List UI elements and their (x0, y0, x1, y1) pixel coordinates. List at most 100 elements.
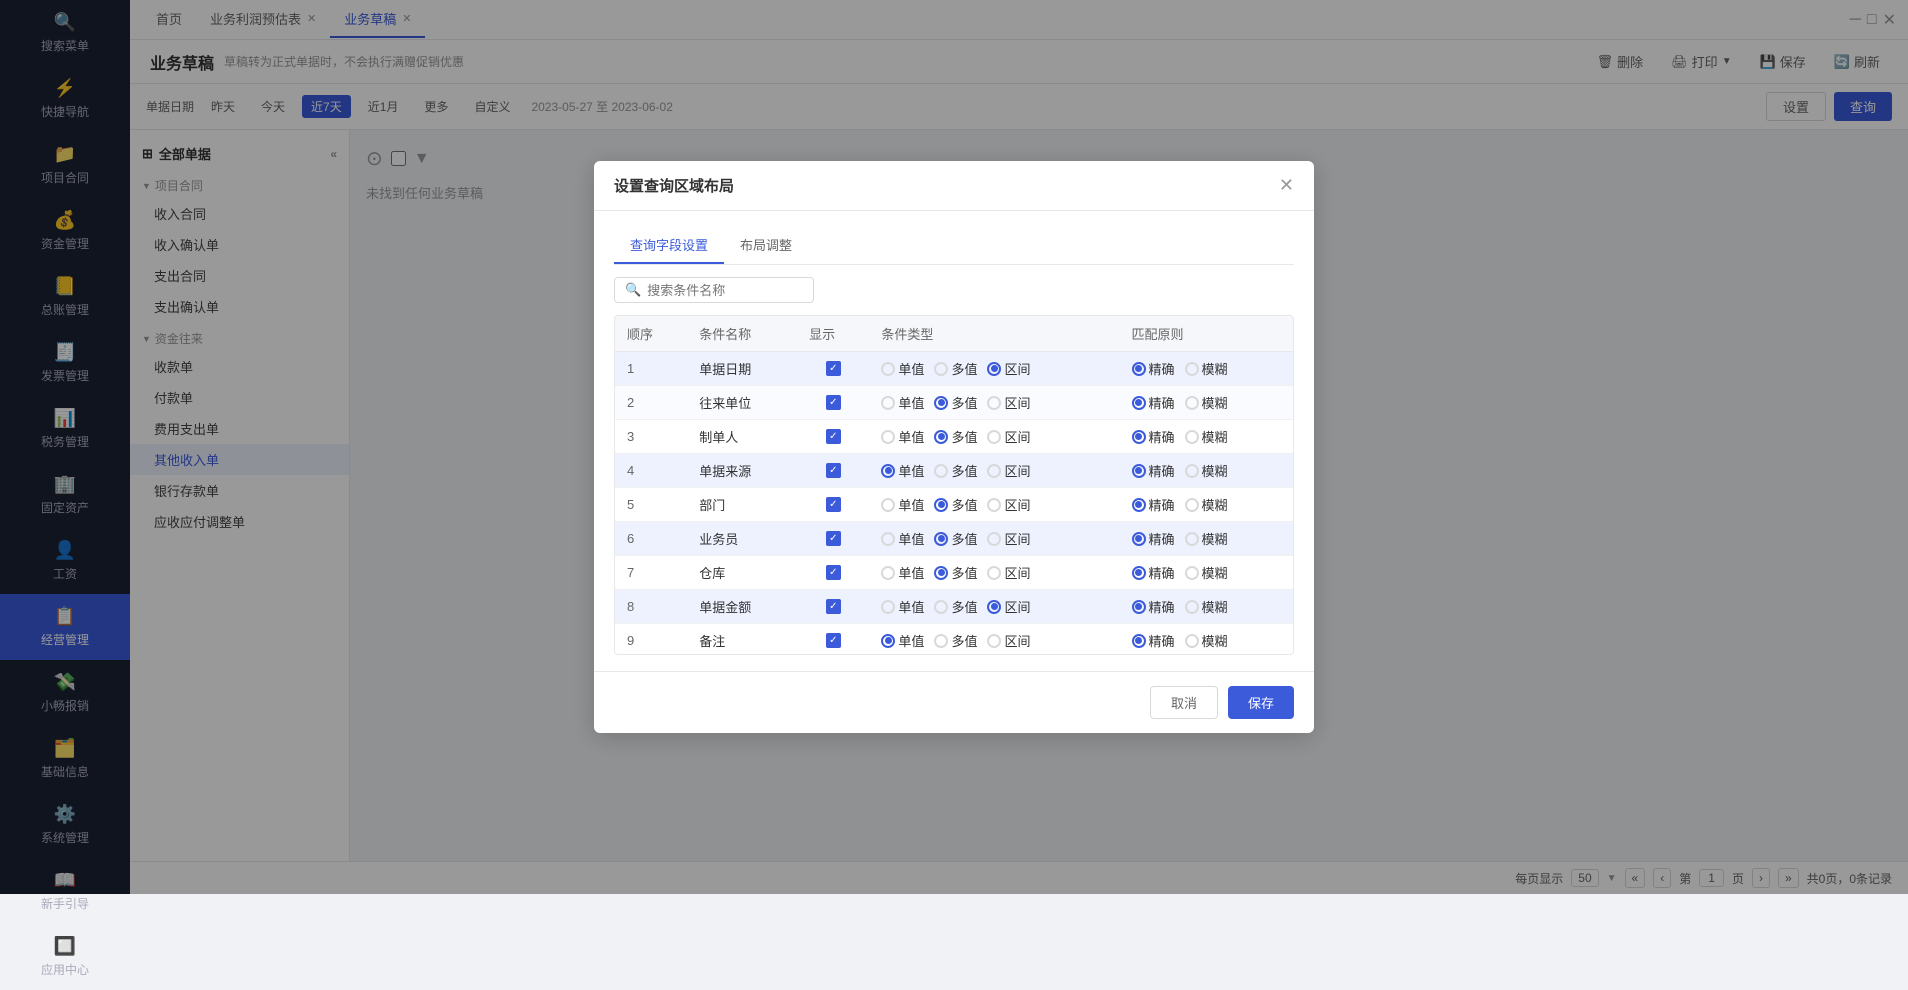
match-group: 精确 模糊 (1132, 359, 1281, 378)
radio-range[interactable]: 区间 (987, 597, 1030, 616)
cell-name: 单据金额 (687, 590, 797, 624)
apps-icon: 🔲 (54, 936, 76, 957)
radio-multi[interactable]: 多值 (934, 495, 977, 514)
cell-match: 精确 模糊 (1120, 352, 1293, 386)
radio-range[interactable]: 区间 (987, 529, 1030, 548)
table-row: 1单据日期 单值 多值 区间 精确 (615, 352, 1293, 386)
condition-type-group: 单值 多值 区间 (881, 461, 1107, 480)
search-input[interactable] (647, 283, 797, 298)
cell-show (797, 590, 869, 624)
radio-range[interactable]: 区间 (987, 461, 1030, 480)
radio-single[interactable]: 单值 (881, 359, 924, 378)
modal-footer: 取消 保存 (594, 671, 1314, 733)
radio-fuzzy[interactable]: 模糊 (1185, 359, 1228, 378)
modal-close-button[interactable]: ✕ (1279, 175, 1294, 196)
radio-range[interactable]: 区间 (987, 495, 1030, 514)
show-checkbox[interactable] (809, 633, 857, 648)
radio-range[interactable]: 区间 (987, 563, 1030, 582)
cell-condition-type: 单值 多值 区间 (869, 522, 1119, 556)
sidebar-item-apps[interactable]: 🔲 应用中心 (0, 924, 130, 990)
radio-fuzzy[interactable]: 模糊 (1185, 529, 1228, 548)
radio-exact[interactable]: 精确 (1132, 529, 1175, 548)
radio-exact[interactable]: 精确 (1132, 563, 1175, 582)
match-group: 精确 模糊 (1132, 427, 1281, 446)
match-group: 精确 模糊 (1132, 597, 1281, 616)
radio-exact[interactable]: 精确 (1132, 461, 1175, 480)
cell-match: 精确 模糊 (1120, 386, 1293, 420)
condition-type-group: 单值 多值 区间 (881, 495, 1107, 514)
show-checkbox[interactable] (809, 429, 857, 444)
radio-multi[interactable]: 多值 (934, 359, 977, 378)
radio-single[interactable]: 单值 (881, 631, 924, 650)
radio-range[interactable]: 区间 (987, 427, 1030, 446)
radio-exact[interactable]: 精确 (1132, 427, 1175, 446)
cell-order: 2 (615, 386, 687, 420)
search-icon: 🔍 (625, 282, 641, 298)
cell-condition-type: 单值 多值 区间 (869, 454, 1119, 488)
cell-name: 部门 (687, 488, 797, 522)
radio-single[interactable]: 单值 (881, 563, 924, 582)
cancel-button[interactable]: 取消 (1150, 686, 1218, 719)
radio-fuzzy[interactable]: 模糊 (1185, 631, 1228, 650)
save-button[interactable]: 保存 (1228, 686, 1294, 719)
cell-show (797, 420, 869, 454)
radio-multi[interactable]: 多值 (934, 563, 977, 582)
show-checkbox[interactable] (809, 361, 857, 376)
radio-range[interactable]: 区间 (987, 359, 1030, 378)
th-order: 顺序 (615, 316, 687, 352)
cell-order: 3 (615, 420, 687, 454)
cell-match: 精确 模糊 (1120, 624, 1293, 656)
show-checkbox[interactable] (809, 463, 857, 478)
cell-condition-type: 单值 多值 区间 (869, 352, 1119, 386)
radio-single[interactable]: 单值 (881, 461, 924, 480)
table-row: 6业务员 单值 多值 区间 精确 (615, 522, 1293, 556)
cell-condition-type: 单值 多值 区间 (869, 488, 1119, 522)
radio-fuzzy[interactable]: 模糊 (1185, 461, 1228, 480)
modal-overlay: 设置查询区域布局 ✕ 查询字段设置 布局调整 🔍 顺序 条件名称 显示 (0, 0, 1908, 894)
match-group: 精确 模糊 (1132, 461, 1281, 480)
modal-tab-query-fields[interactable]: 查询字段设置 (614, 227, 724, 264)
radio-single[interactable]: 单值 (881, 597, 924, 616)
radio-fuzzy[interactable]: 模糊 (1185, 563, 1228, 582)
radio-multi[interactable]: 多值 (934, 393, 977, 412)
sidebar-item-label: 新手引导 (41, 895, 89, 912)
radio-fuzzy[interactable]: 模糊 (1185, 427, 1228, 446)
radio-exact[interactable]: 精确 (1132, 359, 1175, 378)
cell-order: 1 (615, 352, 687, 386)
modal-body: 查询字段设置 布局调整 🔍 顺序 条件名称 显示 条件类型 匹配原则 (594, 211, 1314, 671)
radio-fuzzy[interactable]: 模糊 (1185, 597, 1228, 616)
radio-fuzzy[interactable]: 模糊 (1185, 495, 1228, 514)
radio-single[interactable]: 单值 (881, 495, 924, 514)
cell-order: 4 (615, 454, 687, 488)
radio-single[interactable]: 单值 (881, 393, 924, 412)
radio-multi[interactable]: 多值 (934, 631, 977, 650)
radio-range[interactable]: 区间 (987, 393, 1030, 412)
cell-match: 精确 模糊 (1120, 454, 1293, 488)
show-checkbox[interactable] (809, 565, 857, 580)
cell-order: 9 (615, 624, 687, 656)
radio-single[interactable]: 单值 (881, 427, 924, 446)
radio-fuzzy[interactable]: 模糊 (1185, 393, 1228, 412)
cell-name: 仓库 (687, 556, 797, 590)
settings-modal: 设置查询区域布局 ✕ 查询字段设置 布局调整 🔍 顺序 条件名称 显示 (594, 161, 1314, 733)
radio-multi[interactable]: 多值 (934, 461, 977, 480)
show-checkbox[interactable] (809, 395, 857, 410)
show-checkbox[interactable] (809, 531, 857, 546)
radio-single[interactable]: 单值 (881, 529, 924, 548)
radio-exact[interactable]: 精确 (1132, 597, 1175, 616)
show-checkbox[interactable] (809, 497, 857, 512)
cell-show (797, 352, 869, 386)
condition-type-group: 单值 多值 区间 (881, 427, 1107, 446)
radio-multi[interactable]: 多值 (934, 597, 977, 616)
radio-multi[interactable]: 多值 (934, 427, 977, 446)
cell-name: 单据来源 (687, 454, 797, 488)
show-checkbox[interactable] (809, 599, 857, 614)
radio-range[interactable]: 区间 (987, 631, 1030, 650)
cell-show (797, 522, 869, 556)
radio-exact[interactable]: 精确 (1132, 631, 1175, 650)
radio-exact[interactable]: 精确 (1132, 393, 1175, 412)
cell-match: 精确 模糊 (1120, 420, 1293, 454)
modal-tab-layout[interactable]: 布局调整 (724, 227, 808, 264)
radio-exact[interactable]: 精确 (1132, 495, 1175, 514)
radio-multi[interactable]: 多值 (934, 529, 977, 548)
